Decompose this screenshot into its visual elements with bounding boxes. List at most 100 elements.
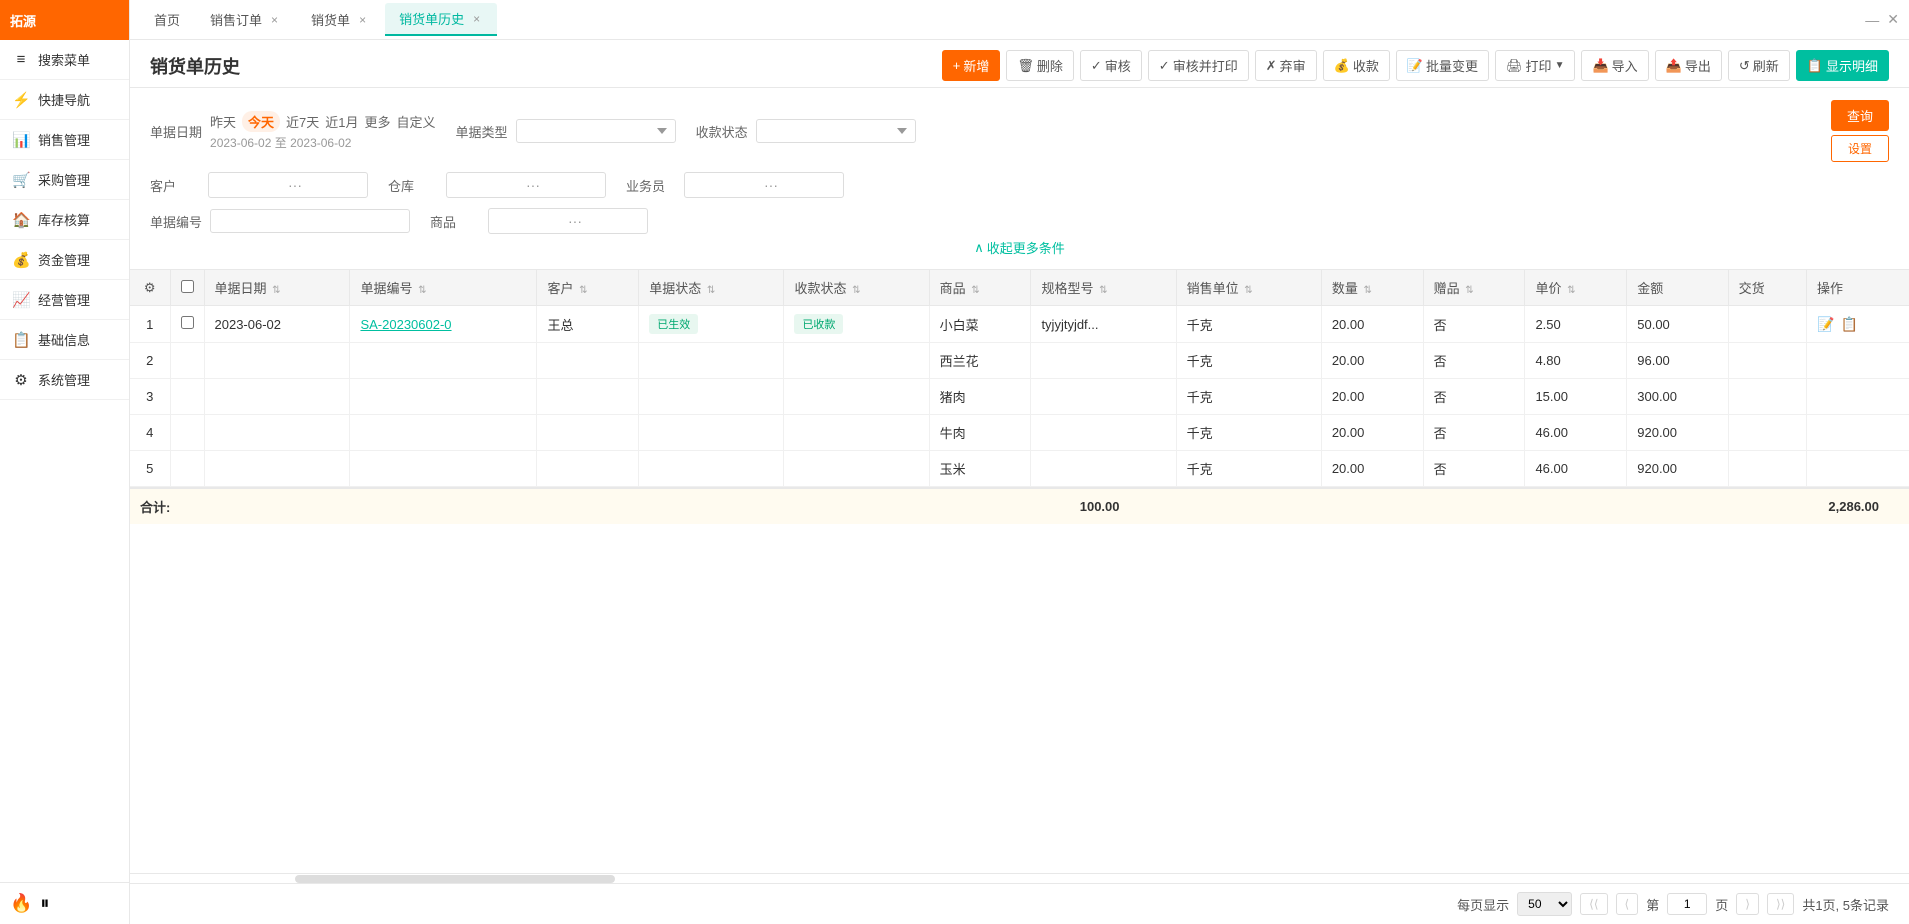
cell-doc-date: 2023-06-02 (204, 306, 350, 343)
row-checkbox[interactable] (181, 316, 194, 329)
cell-checkbox[interactable] (170, 379, 204, 415)
sidebar-item-label: 库存核算 (38, 210, 90, 229)
sidebar-item-purchase-mgmt[interactable]: 🛒 采购管理 (0, 160, 129, 200)
filter-pay-status-select[interactable] (756, 119, 916, 143)
sidebar-item-finance-mgmt[interactable]: 💰 资金管理 (0, 240, 129, 280)
refresh-button[interactable]: ↺ 刷新 (1728, 50, 1790, 81)
filter-salesman-input[interactable]: ··· (684, 172, 844, 198)
col-goods[interactable]: 商品 ⇅ (929, 270, 1031, 306)
review-button[interactable]: ✓ 审核 (1080, 50, 1142, 81)
sales-mgmt-icon: 📊 (12, 131, 30, 149)
col-pay-status[interactable]: 收款状态 ⇅ (784, 270, 929, 306)
cell-checkbox[interactable] (170, 451, 204, 487)
first-page-button[interactable]: ⟨⟨ (1580, 893, 1607, 915)
filter-date-label: 单据日期 (150, 122, 202, 141)
sidebar-item-quick-nav[interactable]: ⚡ 快捷导航 (0, 80, 129, 120)
prev-page-button[interactable]: ⟨ (1616, 893, 1639, 915)
sidebar-item-base-info[interactable]: 📋 基础信息 (0, 320, 129, 360)
date-shortcut-1month[interactable]: 近1月 (325, 112, 358, 131)
col-doc-date[interactable]: 单据日期 ⇅ (204, 270, 350, 306)
pause-icon[interactable]: ⏸ (40, 893, 49, 914)
filter-doc-no-input[interactable] (210, 209, 410, 233)
export-button[interactable]: 📤 导出 (1655, 50, 1722, 81)
cell-doc-no[interactable]: SA-20230602-0 (350, 306, 537, 343)
batch-change-button[interactable]: 📝 批量变更 (1396, 50, 1489, 81)
date-shortcut-yesterday[interactable]: 昨天 (210, 112, 236, 131)
cell-spec (1031, 451, 1176, 487)
abandon-button[interactable]: ✗ 弃审 (1255, 50, 1317, 81)
filter-type-select[interactable] (516, 119, 676, 143)
last-page-button[interactable]: ⟩⟩ (1767, 893, 1794, 915)
date-shortcut-today[interactable]: 今天 (242, 111, 280, 132)
add-button[interactable]: + 新增 (942, 50, 1001, 81)
setting-button[interactable]: 设置 (1831, 135, 1889, 162)
sidebar-item-inventory-calc[interactable]: 🏠 库存核算 (0, 200, 129, 240)
cell-checkbox[interactable] (170, 306, 204, 343)
window-close-icon[interactable]: ✕ (1887, 11, 1899, 28)
date-shortcuts: 昨天 今天 近7天 近1月 更多 自定义 (210, 111, 436, 132)
col-settings[interactable]: ⚙ (130, 270, 170, 306)
cell-price: 46.00 (1525, 451, 1627, 487)
print-button[interactable]: 🖨 打印 ▼ (1495, 50, 1575, 81)
tab-sales-goods[interactable]: 销货单 × (297, 4, 383, 35)
next-page-button[interactable]: ⟩ (1736, 893, 1759, 915)
date-shortcut-more[interactable]: 更多 (365, 112, 391, 131)
fire-icon[interactable]: 🔥 (10, 893, 32, 914)
cell-pay-status (784, 343, 929, 379)
table-area: ⚙ 单据日期 ⇅ 单据编号 ⇅ 客户 ⇅ (130, 270, 1909, 873)
col-spec[interactable]: 规格型号 ⇅ (1031, 270, 1176, 306)
cell-doc-date (204, 343, 350, 379)
cell-transaction (1728, 379, 1806, 415)
col-checkbox[interactable] (170, 270, 204, 306)
col-qty[interactable]: 数量 ⇅ (1321, 270, 1423, 306)
sidebar-item-sys-mgmt[interactable]: ⚙ 系统管理 (0, 360, 129, 400)
col-doc-no[interactable]: 单据编号 ⇅ (350, 270, 537, 306)
tab-sales-order[interactable]: 销售订单 × (196, 4, 295, 35)
show-detail-button[interactable]: 📋 显示明细 (1796, 50, 1889, 81)
cell-checkbox[interactable] (170, 415, 204, 451)
filter-customer-input[interactable]: ··· (208, 172, 368, 198)
sidebar-item-sales-mgmt[interactable]: 📊 销售管理 (0, 120, 129, 160)
copy-icon[interactable]: 📋 (1840, 316, 1857, 333)
filter-doc-no: 单据编号 (150, 209, 410, 233)
ops-mgmt-icon: 📈 (12, 291, 30, 309)
col-gift[interactable]: 赠品 ⇅ (1423, 270, 1525, 306)
edit-icon[interactable]: 📝 (1817, 316, 1834, 333)
col-unit[interactable]: 销售单位 ⇅ (1176, 270, 1321, 306)
sidebar-item-label: 资金管理 (38, 250, 90, 269)
import-button[interactable]: 📥 导入 (1581, 50, 1648, 81)
query-button[interactable]: 查询 (1831, 100, 1889, 131)
table-footer: 合计: 100.00 2,286.00 (130, 487, 1909, 524)
tab-sales-goods-close[interactable]: × (356, 12, 369, 28)
collect-button[interactable]: 💰 收款 (1323, 50, 1390, 81)
cell-doc-no (350, 379, 537, 415)
delete-button[interactable]: 🗑 删除 (1006, 50, 1074, 81)
sidebar-item-ops-mgmt[interactable]: 📈 经营管理 (0, 280, 129, 320)
sidebar-item-search-menu[interactable]: ≡ 搜索菜单 (0, 40, 129, 80)
cell-checkbox[interactable] (170, 343, 204, 379)
select-all-checkbox[interactable] (181, 280, 194, 293)
collapse-button[interactable]: ∧ 收起更多条件 (974, 238, 1065, 257)
page-number-input[interactable] (1667, 893, 1707, 915)
tab-sales-history[interactable]: 销货单历史 × (385, 3, 497, 36)
tab-sales-history-close[interactable]: × (470, 11, 483, 27)
horizontal-scrollbar[interactable] (130, 873, 1909, 883)
col-customer[interactable]: 客户 ⇅ (537, 270, 639, 306)
cell-qty: 20.00 (1321, 306, 1423, 343)
col-amount: 金额 (1627, 270, 1728, 306)
window-minimize-icon[interactable]: — (1865, 12, 1879, 28)
review-print-button[interactable]: ✓ 审核并打印 (1148, 50, 1249, 81)
cell-doc-no (350, 451, 537, 487)
filter-goods-input[interactable]: ··· (488, 208, 648, 234)
filter-warehouse-input[interactable]: ··· (446, 172, 606, 198)
cell-doc-status (639, 451, 784, 487)
cell-row-num: 5 (130, 451, 170, 487)
date-shortcut-7days[interactable]: 近7天 (286, 112, 319, 131)
col-doc-status[interactable]: 单据状态 ⇅ (639, 270, 784, 306)
tab-home[interactable]: 首页 (140, 4, 194, 35)
filter-row-1: 单据日期 昨天 今天 近7天 近1月 更多 自定义 2023-06-02 至 2… (150, 100, 1889, 162)
col-price[interactable]: 单价 ⇅ (1525, 270, 1627, 306)
date-shortcut-custom[interactable]: 自定义 (397, 112, 436, 131)
tab-sales-order-close[interactable]: × (268, 12, 281, 28)
per-page-select[interactable]: 50 20 100 (1517, 892, 1572, 916)
